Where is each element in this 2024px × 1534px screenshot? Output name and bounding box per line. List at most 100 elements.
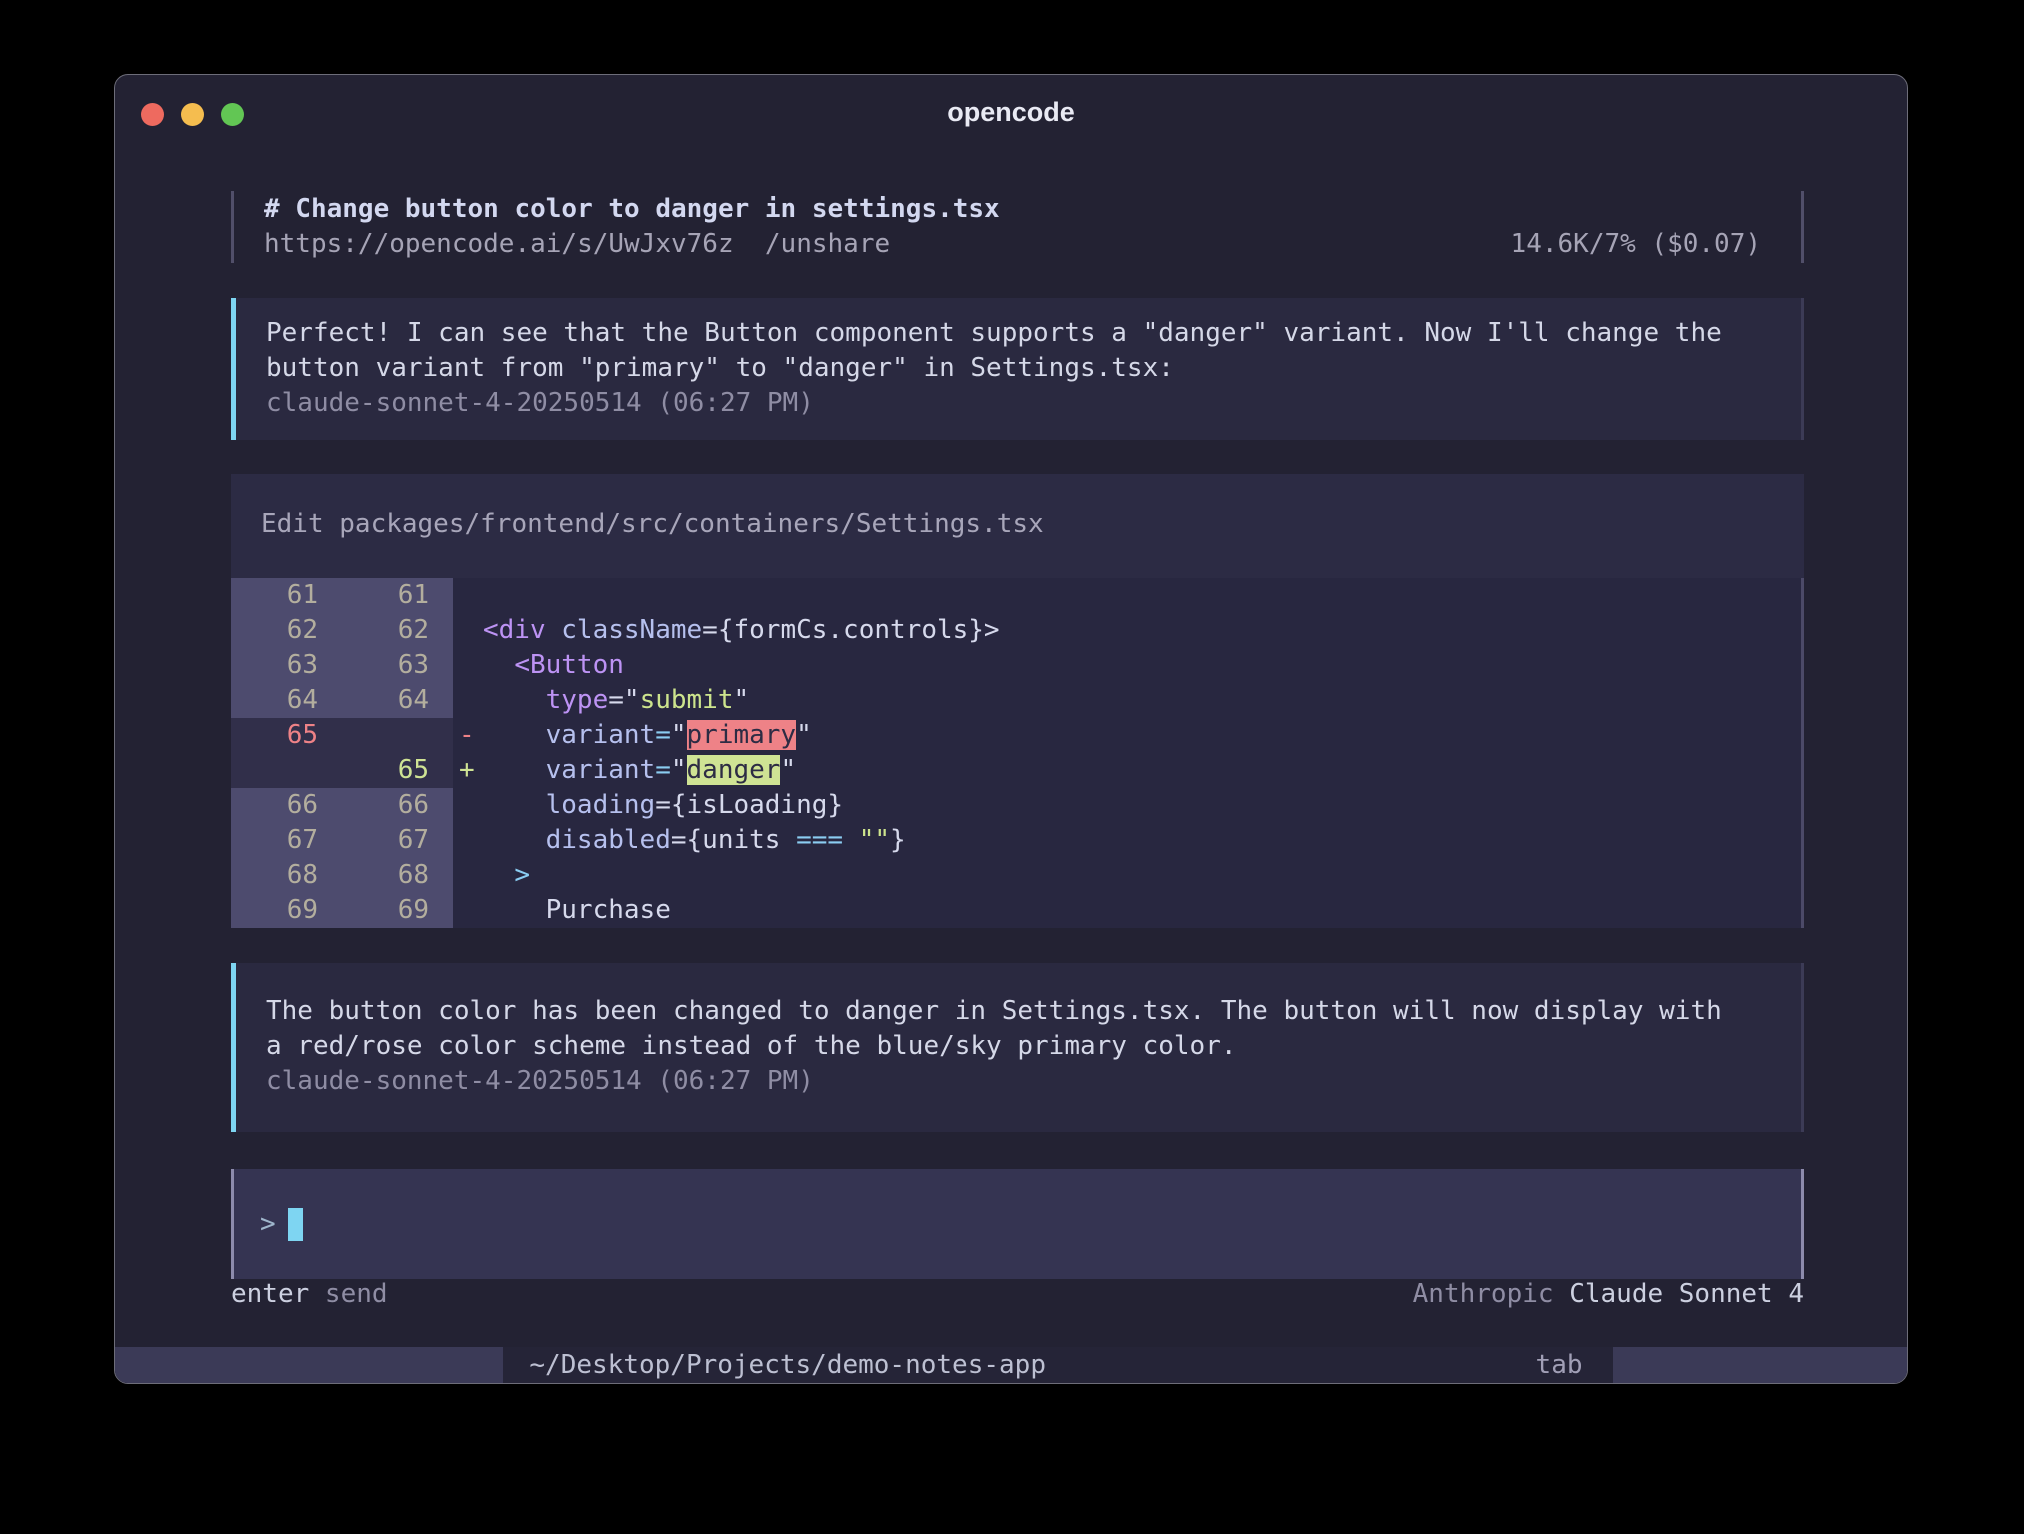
- mode-chip[interactable]: BUILD MODE: [1613, 1347, 1907, 1383]
- diff-row: 6868 >: [231, 858, 1804, 893]
- provider-label: Anthropic: [1413, 1279, 1554, 1309]
- diff-new-lineno: 64: [342, 683, 453, 718]
- code-token: loading: [546, 790, 656, 820]
- diff-new-lineno: 66: [342, 788, 453, 823]
- code-token: =": [608, 685, 639, 715]
- code-token: ": [780, 755, 796, 785]
- titlebar: opencode: [115, 75, 1907, 155]
- diff-old-lineno: 63: [231, 648, 342, 683]
- diff-row: 6363 <Button: [231, 648, 1804, 683]
- code-token: [483, 790, 546, 820]
- code-token: [546, 615, 562, 645]
- message-model-meta: claude-sonnet-4-20250514 (06:27 PM): [266, 386, 1771, 421]
- assistant-message: The button color has been changed to dan…: [231, 963, 1804, 1132]
- code-token: ={units: [671, 825, 796, 855]
- message-text-line: The button color has been changed to dan…: [266, 994, 1771, 1029]
- prompt-input[interactable]: >: [231, 1169, 1804, 1279]
- diff-change-marker: -: [453, 718, 483, 753]
- message-text-line: button variant from "primary" to "danger…: [266, 351, 1771, 386]
- code-token: =: [655, 755, 671, 785]
- diff-change-marker: [453, 788, 483, 823]
- diff-code-line: >: [483, 858, 530, 893]
- diff-new-lineno: 63: [342, 648, 453, 683]
- model-label: Claude Sonnet 4: [1554, 1279, 1804, 1309]
- diff-row: 6767 disabled={units === ""}: [231, 823, 1804, 858]
- code-token: danger: [687, 755, 781, 785]
- code-token: <Button: [514, 650, 624, 680]
- diff-new-lineno: [342, 718, 453, 753]
- diff-code-line: <Button: [483, 648, 624, 683]
- diff-new-lineno: 68: [342, 858, 453, 893]
- code-token: ={isLoading}: [655, 790, 843, 820]
- diff-row: 6666 loading={isLoading}: [231, 788, 1804, 823]
- window-title: opencode: [115, 97, 1907, 128]
- code-token: type: [546, 685, 609, 715]
- message-model-meta: claude-sonnet-4-20250514 (06:27 PM): [266, 1064, 1771, 1099]
- diff-old-lineno: 61: [231, 578, 342, 613]
- code-token: =: [655, 720, 671, 750]
- hint-row: enter send Anthropic Claude Sonnet 4: [231, 1277, 1804, 1312]
- code-token: ={formCs.controls}>: [702, 615, 999, 645]
- code-token: [483, 825, 546, 855]
- code-token: variant: [546, 755, 656, 785]
- code-token: variant: [546, 720, 656, 750]
- app-version-chip: opencode v0.3.11: [115, 1347, 503, 1383]
- diff-old-lineno: 64: [231, 683, 342, 718]
- prompt-symbol: >: [260, 1209, 276, 1239]
- diff-new-lineno: 62: [342, 613, 453, 648]
- diff-code-line: type="submit": [483, 683, 749, 718]
- code-token: [483, 650, 514, 680]
- diff-new-lineno: 69: [342, 893, 453, 928]
- diff-row: 6161: [231, 578, 1804, 613]
- diff-old-lineno: [231, 753, 342, 788]
- diff-scrollbar[interactable]: [1801, 578, 1804, 928]
- assistant-message: Perfect! I can see that the Button compo…: [231, 298, 1804, 440]
- diff-change-marker: [453, 858, 483, 893]
- diff-row: 65+ variant="danger": [231, 753, 1804, 788]
- session-header: # Change button color to danger in setti…: [231, 191, 1804, 263]
- code-token: ": [796, 720, 812, 750]
- code-token: ": [671, 755, 687, 785]
- diff-row: 6464 type="submit": [231, 683, 1804, 718]
- code-token: [483, 720, 546, 750]
- code-token: primary: [687, 720, 797, 750]
- diff-old-lineno: 66: [231, 788, 342, 823]
- diff-code-line: Purchase: [483, 893, 671, 928]
- code-token: }: [890, 825, 906, 855]
- session-title: # Change button color to danger in setti…: [264, 192, 1761, 227]
- code-token: [483, 860, 514, 890]
- code-token: className: [561, 615, 702, 645]
- message-text-line: Perfect! I can see that the Button compo…: [266, 316, 1771, 351]
- code-token: ": [733, 685, 749, 715]
- session-share-url[interactable]: https://opencode.ai/s/UwJxv76z /unshare: [264, 227, 890, 262]
- diff-change-marker: [453, 613, 483, 648]
- diff-code-line: variant="primary": [483, 718, 812, 753]
- enter-action-label: send: [309, 1279, 387, 1309]
- code-token: disabled: [546, 825, 671, 855]
- code-token: submit: [640, 685, 734, 715]
- code-token: [843, 825, 859, 855]
- diff-row: 6262<div className={formCs.controls}>: [231, 613, 1804, 648]
- diff-code-line: loading={isLoading}: [483, 788, 843, 823]
- diff-new-lineno: 67: [342, 823, 453, 858]
- edit-tool-card: Edit packages/frontend/src/containers/Se…: [231, 474, 1804, 928]
- code-token: >: [514, 860, 530, 890]
- working-directory: ~/Desktop/Projects/demo-notes-app: [529, 1347, 1046, 1383]
- diff-row: 6969 Purchase: [231, 893, 1804, 928]
- code-token: [483, 685, 546, 715]
- diff-old-lineno: 67: [231, 823, 342, 858]
- diff-row: 65- variant="primary": [231, 718, 1804, 753]
- diff-old-lineno: 68: [231, 858, 342, 893]
- code-token: [483, 895, 546, 925]
- diff-new-lineno: 61: [342, 578, 453, 613]
- tab-key-hint[interactable]: tab: [1536, 1347, 1583, 1383]
- status-bar: opencode v0.3.11 ~/Desktop/Projects/demo…: [115, 1347, 1907, 1383]
- enter-key-hint: enter: [231, 1279, 309, 1309]
- diff-change-marker: [453, 578, 483, 613]
- code-token: "": [859, 825, 890, 855]
- diff-code-line: disabled={units === ""}: [483, 823, 906, 858]
- diff-change-marker: +: [453, 753, 483, 788]
- diff-change-marker: [453, 823, 483, 858]
- diff-table: 61616262<div className={formCs.controls}…: [231, 578, 1804, 928]
- code-token: ===: [796, 825, 843, 855]
